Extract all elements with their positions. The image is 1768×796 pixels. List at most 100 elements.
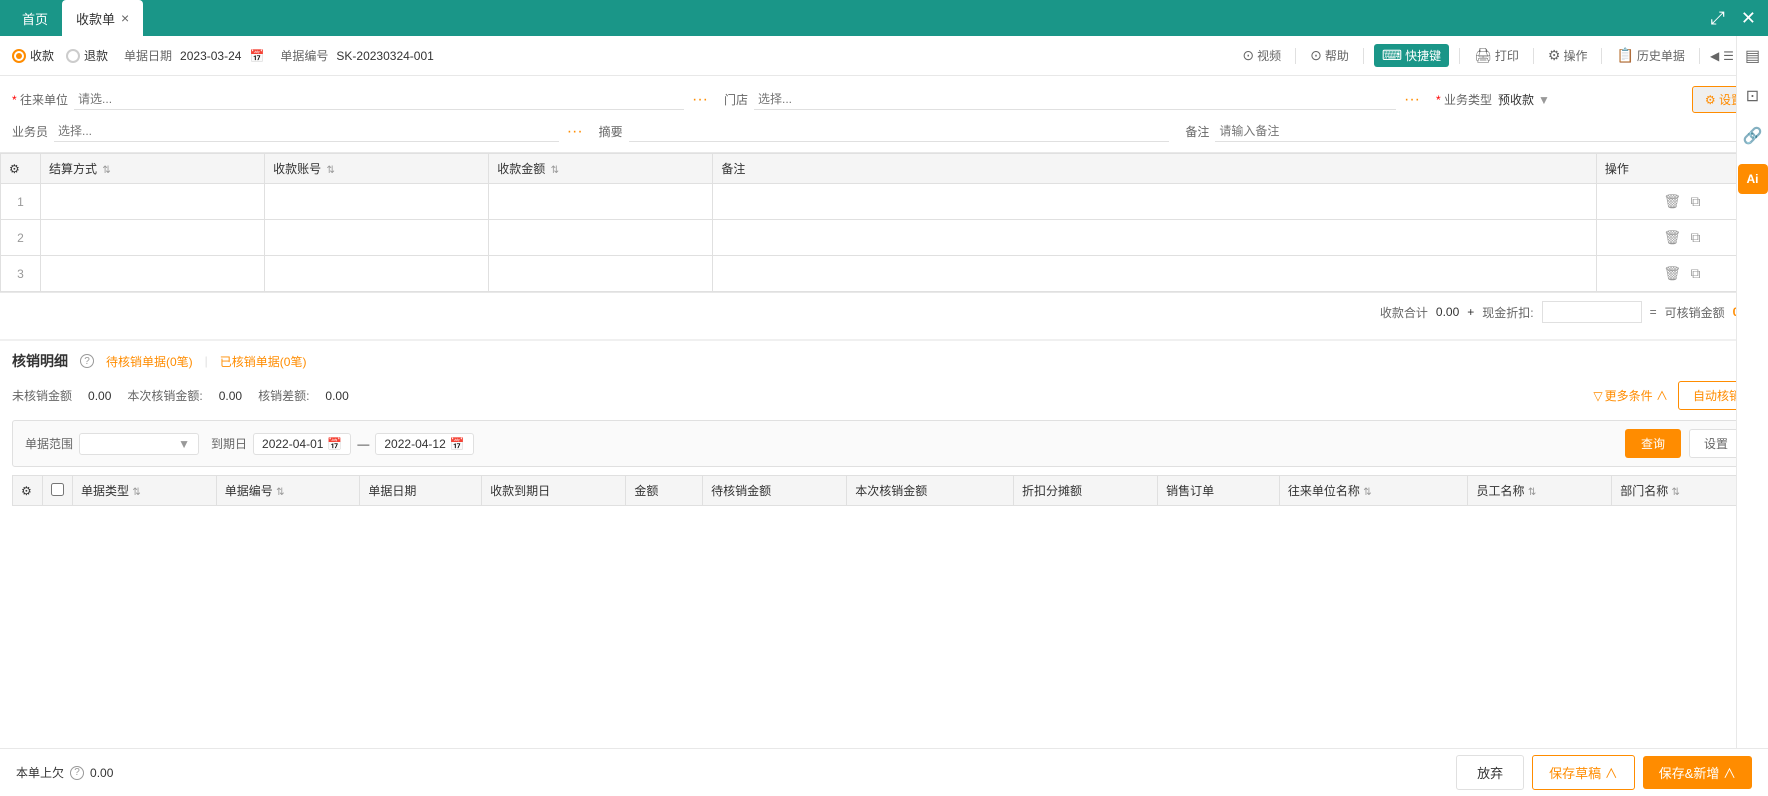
date-end-input[interactable]: 2022-04-12 📅 — [375, 433, 473, 455]
save-new-button[interactable]: 保存&新增 ∧ — [1643, 756, 1752, 789]
discount-input[interactable] — [1542, 301, 1642, 323]
select-all-checkbox[interactable] — [51, 483, 64, 496]
tab-close-icon[interactable]: × — [121, 10, 129, 26]
col-settlement-label: 结算方式 — [49, 162, 97, 176]
divider2 — [1363, 48, 1364, 64]
tab-pending[interactable]: 待核销单据(0笔) — [106, 353, 193, 370]
biz-type-select[interactable]: 预收款 ▼ — [1498, 91, 1686, 108]
verify-section: 核销明细 ? 待核销单据(0笔) | 已核销单据(0笔) 未核销金额 0.00 … — [0, 339, 1768, 516]
radio-refund-dot — [66, 49, 80, 63]
more-conditions-button[interactable]: ▽ 更多条件 ∧ — [1593, 387, 1668, 404]
row2-account[interactable] — [265, 220, 489, 256]
prev-debt-info-icon[interactable]: ? — [70, 766, 84, 780]
doc-num-value[interactable]: SK-20230324-001 — [336, 49, 433, 63]
col-amount-header: 收款金额 ⇅ — [489, 154, 713, 184]
staff-more-icon[interactable]: ··· — [567, 123, 583, 141]
sidebar-link-icon[interactable]: 🔗 — [1741, 124, 1765, 148]
save-new-label: 保存&新增 ∧ — [1659, 763, 1736, 782]
table-row: 1 🗑 ⧉ — [1, 184, 1768, 220]
bottom-table: ⚙ 单据类型 ⇅ 单据编号 ⇅ 单据日期 收款到期日 金额 待核销 — [12, 475, 1756, 506]
prev-icon[interactable]: ◀ — [1710, 49, 1719, 63]
tab-done[interactable]: 已核销单据(0笔) — [220, 353, 307, 370]
row1-amount[interactable] — [489, 184, 713, 220]
print-button[interactable]: 🖨 打印 — [1470, 45, 1523, 66]
doc-date-value[interactable]: 2023-03-24 — [180, 49, 241, 63]
tab-bar: 首页 收款单 × ⤢ ✕ — [0, 0, 1768, 36]
doc-type-radio-group: 收款 退款 — [12, 47, 108, 64]
party-more-icon[interactable]: ··· — [692, 91, 708, 109]
eq-sign: = — [1650, 305, 1657, 319]
col-gear-header[interactable]: ⚙ — [1, 154, 41, 184]
filter-row: 单据范围 ▼ 到期日 2022-04-01 📅 — 2022-04-12 📅 — [12, 420, 1756, 467]
maximize-icon[interactable]: ⤢ — [1707, 6, 1729, 31]
date-start-input[interactable]: 2022-04-01 📅 — [253, 433, 351, 455]
summary-field-group: 摘要 — [599, 121, 1170, 142]
bottom-checkbox-header[interactable] — [43, 476, 73, 506]
date-end-calendar-icon[interactable]: 📅 — [450, 437, 465, 451]
date-start-calendar-icon[interactable]: 📅 — [327, 437, 342, 451]
sidebar-ai-icon[interactable]: Ai — [1738, 164, 1768, 194]
help-label: 帮助 — [1325, 47, 1349, 64]
tab-home[interactable]: 首页 — [8, 0, 62, 36]
current-verify-value: 0.00 — [219, 389, 242, 403]
calendar-icon[interactable]: 📅 — [249, 49, 264, 63]
sidebar-grid-icon[interactable]: ⊡ — [1741, 84, 1765, 108]
store-more-icon[interactable]: ··· — [1404, 91, 1420, 109]
save-draft-button[interactable]: 保存草稿 ∧ — [1532, 755, 1635, 790]
row2-settlement[interactable] — [41, 220, 265, 256]
store-label: 门店 — [724, 91, 748, 108]
store-input[interactable] — [754, 89, 1396, 110]
row2-remark[interactable] — [713, 220, 1597, 256]
sidebar-table-icon[interactable]: ▤ — [1741, 44, 1765, 68]
staff-label: 业务员 — [12, 123, 48, 140]
row3-copy-icon[interactable]: ⧉ — [1691, 265, 1701, 281]
main-content: 收款 退款 单据日期 2023-03-24 📅 单据编号 SK-20230324… — [0, 36, 1768, 796]
biz-type-label: 业务类型 — [1436, 91, 1492, 108]
radio-receive[interactable]: 收款 — [12, 47, 54, 64]
help-button[interactable]: ⊙ 帮助 — [1306, 45, 1353, 66]
video-button[interactable]: ⊙ 视频 — [1238, 45, 1285, 66]
row3-remark[interactable] — [713, 256, 1597, 292]
settlement-sort-icon: ⇅ — [102, 165, 110, 176]
row3-amount[interactable] — [489, 256, 713, 292]
history-label: 历史单据 — [1637, 47, 1685, 64]
tab-pending-label: 待核销单据(0笔) — [106, 353, 193, 370]
row2-copy-icon[interactable]: ⧉ — [1691, 229, 1701, 245]
range-select[interactable]: ▼ — [79, 433, 199, 455]
row1-delete-icon[interactable]: 🗑 — [1663, 193, 1681, 209]
verify-info-icon[interactable]: ? — [80, 354, 94, 368]
remark-input[interactable] — [1215, 121, 1756, 142]
table-setting-button[interactable]: 设置 — [1689, 429, 1743, 458]
row2-delete-icon[interactable]: 🗑 — [1663, 229, 1681, 245]
row2-amount[interactable] — [489, 220, 713, 256]
tab-active[interactable]: 收款单 × — [62, 0, 143, 36]
operate-button[interactable]: ⚙ 操作 — [1544, 45, 1592, 66]
row1-remark[interactable] — [713, 184, 1597, 220]
row1-account[interactable] — [265, 184, 489, 220]
tab-done-label: 已核销单据(0笔) — [220, 353, 307, 370]
col-order-header: 销售订单 — [1158, 476, 1280, 506]
table-row: 3 🗑 ⧉ — [1, 256, 1768, 292]
history-button[interactable]: 📋 历史单据 — [1612, 45, 1688, 66]
row3-settlement[interactable] — [41, 256, 265, 292]
row1-settlement[interactable] — [41, 184, 265, 220]
query-button[interactable]: 查询 — [1625, 429, 1681, 458]
party-input[interactable] — [74, 89, 684, 110]
shortcut-icon: ⌨ — [1382, 47, 1402, 64]
row3-account[interactable] — [265, 256, 489, 292]
close-window-icon[interactable]: ✕ — [1737, 6, 1760, 31]
bottom-gear-header[interactable]: ⚙ — [13, 476, 43, 506]
col-staff-header: 员工名称 ⇅ — [1468, 476, 1612, 506]
radio-refund[interactable]: 退款 — [66, 47, 108, 64]
list-icon[interactable]: ☰ — [1723, 49, 1734, 63]
discard-button[interactable]: 放弃 — [1456, 755, 1524, 790]
summary-input[interactable] — [629, 121, 1170, 142]
prev-debt-label: 本单上欠 — [16, 764, 64, 781]
row3-delete-icon[interactable]: 🗑 — [1663, 265, 1681, 281]
form-section: 往来单位 ··· 门店 ··· 业务类型 预收款 ▼ ⚙ 设置 业务员 — [0, 76, 1768, 153]
shortcut-button[interactable]: ⌨ 快捷键 — [1374, 44, 1449, 67]
divider5 — [1601, 48, 1602, 64]
staff-input[interactable] — [54, 121, 559, 142]
row1-copy-icon[interactable]: ⧉ — [1691, 193, 1701, 209]
amount-sort-icon: ⇅ — [551, 165, 559, 176]
